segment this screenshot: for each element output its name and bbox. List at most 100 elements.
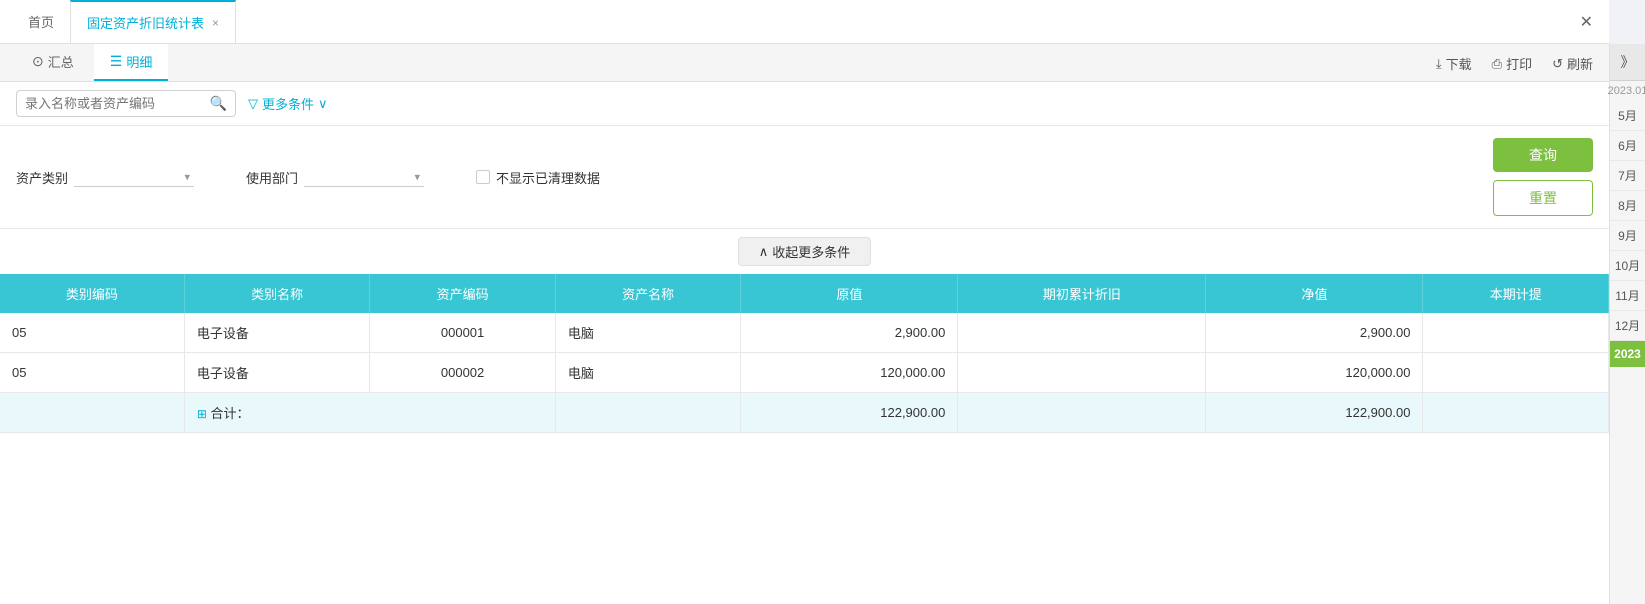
summary-icon-cell <box>0 393 184 433</box>
cell-accumulated-dep <box>958 313 1206 353</box>
sidebar-month-item[interactable]: 10月 <box>1610 251 1645 281</box>
summary-accumulated-dep <box>958 393 1206 433</box>
summary-label: ⊞ 合计： <box>184 393 555 433</box>
sidebar-months: 5月6月7月8月9月10月11月12月 <box>1610 101 1645 341</box>
col-original-value: 原值 <box>741 274 958 313</box>
filter-row: 资产类别 使用部门 <box>16 138 1593 216</box>
checkbox-box[interactable] <box>476 170 490 184</box>
table-wrap: 类别编码 类别名称 资产编码 资产名称 原值 期初累计折旧 净值 本期计提 05… <box>0 274 1609 604</box>
nav-tab-close-icon[interactable]: × <box>212 16 219 30</box>
col-category-name: 类别名称 <box>184 274 370 313</box>
table-row: 05 电子设备 000002 电脑 120,000.00 120,000.00 <box>0 353 1609 393</box>
more-conditions-label: 更多条件 <box>262 94 314 113</box>
refresh-button[interactable]: ↺ 刷新 <box>1552 54 1593 73</box>
nav-tab-label: 固定资产折旧统计表 <box>87 13 204 32</box>
sub-tabs-left: ⊙ 汇总 ☰ 明细 <box>16 44 168 81</box>
cell-net-value: 2,900.00 <box>1206 313 1423 353</box>
table-body: 05 电子设备 000001 电脑 2,900.00 2,900.00 05 电… <box>0 313 1609 433</box>
table-row: 05 电子设备 000001 电脑 2,900.00 2,900.00 <box>0 313 1609 353</box>
download-label: 下载 <box>1446 54 1472 73</box>
detail-tab-label: 明细 <box>126 52 152 71</box>
col-current-dep: 本期计提 <box>1423 274 1609 313</box>
summary-tab-label: 汇总 <box>48 52 74 71</box>
nav-tab-fixed-assets[interactable]: 固定资产折旧统计表 × <box>70 0 236 43</box>
sidebar-expand-arrow[interactable]: 》 <box>1610 44 1645 81</box>
filter-icon: ▽ <box>248 96 258 112</box>
no-cleared-data-label: 不显示已清理数据 <box>496 168 600 187</box>
assets-table: 类别编码 类别名称 资产编码 资产名称 原值 期初累计折旧 净值 本期计提 05… <box>0 274 1609 433</box>
refresh-label: 刷新 <box>1567 54 1593 73</box>
search-icon[interactable]: 🔍 <box>210 95 227 112</box>
cell-asset-name: 电脑 <box>555 353 741 393</box>
summary-original-value: 122,900.00 <box>741 393 958 433</box>
use-department-filter: 使用部门 <box>246 167 424 187</box>
filter-area: 资产类别 使用部门 <box>0 126 1609 229</box>
print-label: 打印 <box>1506 54 1532 73</box>
print-button[interactable]: ⎙ 打印 <box>1492 54 1532 73</box>
cell-current-dep <box>1423 353 1609 393</box>
cell-category-code: 05 <box>0 313 184 353</box>
summary-asset-name <box>555 393 741 433</box>
collapse-label: 收起更多条件 <box>772 242 850 261</box>
col-net-value: 净值 <box>1206 274 1423 313</box>
table-header: 类别编码 类别名称 资产编码 资产名称 原值 期初累计折旧 净值 本期计提 <box>0 274 1609 313</box>
cell-current-dep <box>1423 313 1609 353</box>
cell-net-value: 120,000.00 <box>1206 353 1423 393</box>
sidebar-month-item[interactable]: 9月 <box>1610 221 1645 251</box>
asset-category-filter: 资产类别 <box>16 167 194 187</box>
right-sidebar: 》 2023.01 5月6月7月8月9月10月11月12月 2023 <box>1609 44 1645 604</box>
summary-net-value: 122,900.00 <box>1206 393 1423 433</box>
search-bar: 🔍 ▽ 更多条件 ∨ <box>0 82 1609 126</box>
top-nav: 首页 固定资产折旧统计表 × ✕ <box>0 0 1609 44</box>
window-close-icon[interactable]: ✕ <box>1580 12 1593 32</box>
cell-category-name: 电子设备 <box>184 353 370 393</box>
cell-asset-name: 电脑 <box>555 313 741 353</box>
sidebar-month-item[interactable]: 7月 <box>1610 161 1645 191</box>
filter-buttons: 查询 重置 <box>1493 138 1593 216</box>
more-conditions-button[interactable]: ▽ 更多条件 ∨ <box>248 94 328 113</box>
sidebar-month-item[interactable]: 8月 <box>1610 191 1645 221</box>
col-category-code: 类别编码 <box>0 274 184 313</box>
detail-tab-icon: ☰ <box>110 53 123 70</box>
refresh-icon: ↺ <box>1552 56 1563 72</box>
cell-accumulated-dep <box>958 353 1206 393</box>
col-accumulated-dep: 期初累计折旧 <box>958 274 1206 313</box>
cell-category-code: 05 <box>0 353 184 393</box>
use-department-label: 使用部门 <box>246 168 298 187</box>
collapse-button[interactable]: ∧ 收起更多条件 <box>738 237 872 266</box>
cell-asset-code: 000002 <box>370 353 556 393</box>
asset-category-label: 资产类别 <box>16 168 68 187</box>
sidebar-year[interactable]: 2023 <box>1610 341 1645 367</box>
cell-category-name: 电子设备 <box>184 313 370 353</box>
query-button[interactable]: 查询 <box>1493 138 1593 172</box>
print-icon: ⎙ <box>1492 56 1502 72</box>
tab-summary[interactable]: ⊙ 汇总 <box>16 44 90 81</box>
no-cleared-data-checkbox[interactable]: 不显示已清理数据 <box>476 168 600 187</box>
chevron-down-icon: ∨ <box>318 96 328 112</box>
search-input-wrap[interactable]: 🔍 <box>16 90 236 117</box>
use-department-select-wrap[interactable] <box>304 167 424 187</box>
col-asset-code: 资产编码 <box>370 274 556 313</box>
download-button[interactable]: ⤓ 下载 <box>1436 54 1472 73</box>
cell-original-value: 120,000.00 <box>741 353 958 393</box>
asset-category-select[interactable] <box>74 167 194 187</box>
use-department-select[interactable] <box>304 167 424 187</box>
cell-original-value: 2,900.00 <box>741 313 958 353</box>
download-icon: ⤓ <box>1436 56 1442 72</box>
collapse-icon: ∧ <box>759 244 769 260</box>
col-asset-name: 资产名称 <box>555 274 741 313</box>
sidebar-month-item[interactable]: 6月 <box>1610 131 1645 161</box>
reset-button[interactable]: 重置 <box>1493 180 1593 216</box>
sidebar-month-item[interactable]: 12月 <box>1610 311 1645 341</box>
summary-current-dep <box>1423 393 1609 433</box>
asset-category-select-wrap[interactable] <box>74 167 194 187</box>
summary-tab-icon: ⊙ <box>32 53 44 70</box>
collapse-row: ∧ 收起更多条件 <box>0 229 1609 274</box>
cell-asset-code: 000001 <box>370 313 556 353</box>
toolbar-right: ⤓ 下载 ⎙ 打印 ↺ 刷新 <box>1436 54 1593 81</box>
tab-detail[interactable]: ☰ 明细 <box>94 44 169 81</box>
search-input[interactable] <box>25 96 204 111</box>
sidebar-month-item[interactable]: 5月 <box>1610 101 1645 131</box>
nav-home[interactable]: 首页 <box>12 0 70 43</box>
sidebar-month-item[interactable]: 11月 <box>1610 281 1645 311</box>
